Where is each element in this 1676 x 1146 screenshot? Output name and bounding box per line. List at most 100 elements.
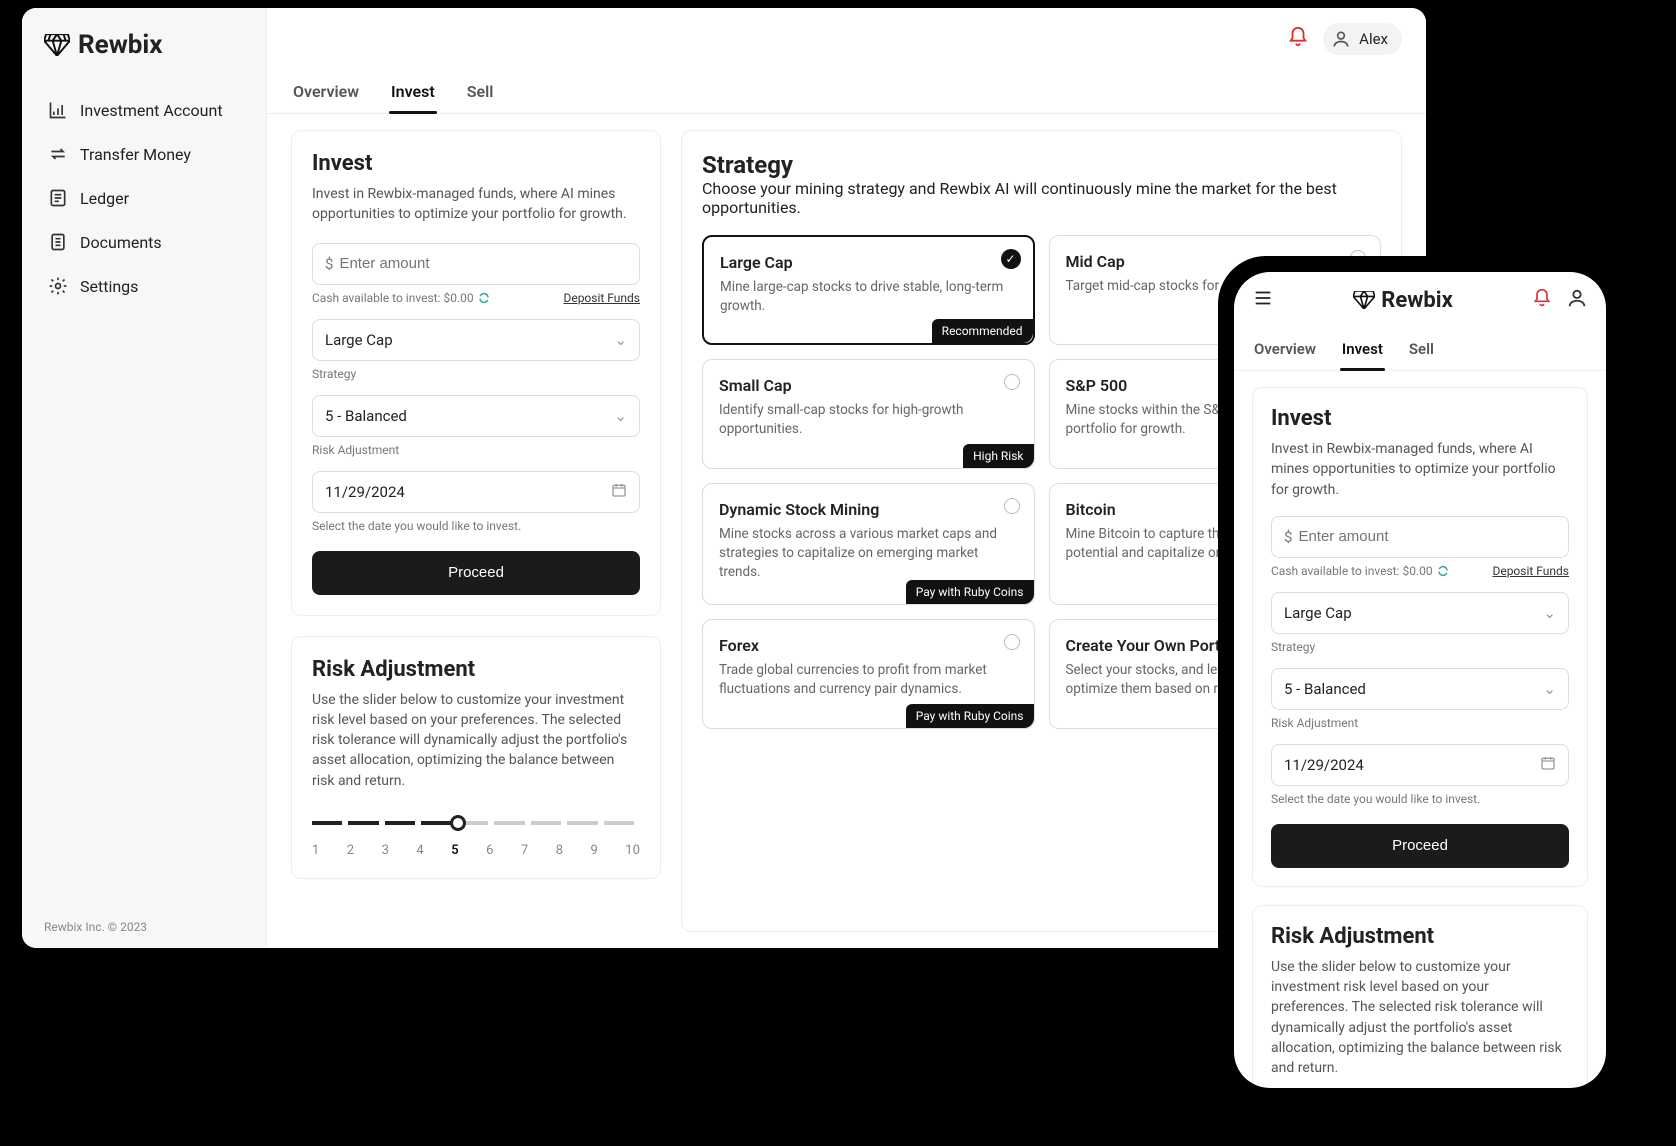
ledger-icon [48,188,68,208]
mobile-amount-input[interactable]: $ [1271,516,1569,558]
risk-subtitle: Use the slider below to customize your i… [312,690,640,791]
documents-icon [48,232,68,252]
chevron-down-icon: ⌄ [614,407,627,425]
brand: Rewbix [22,30,266,88]
mobile-tab-overview[interactable]: Overview [1252,328,1318,370]
mobile-date-hint: Select the date you would like to invest… [1271,792,1569,806]
risk-value: 5 - Balanced [325,407,407,425]
dollar-icon: $ [1284,528,1292,546]
sidebar-item-label: Investment Account [80,101,223,120]
strategy-large-cap[interactable]: Large Cap Mine large-cap stocks to drive… [702,235,1035,345]
mobile-screen: Rewbix Overview Invest Sell Invest Inves… [1234,272,1606,1088]
mobile-strategy-hint: Strategy [1271,640,1569,654]
sidebar-item-label: Ledger [80,189,129,208]
chevron-down-icon: ⌄ [1543,604,1556,622]
mobile-tab-sell[interactable]: Sell [1407,328,1436,370]
user-icon[interactable] [1566,287,1588,313]
slider-labels: 1 2 3 4 5 6 7 8 9 10 [312,843,640,858]
mobile-invest-title: Invest [1271,406,1569,431]
mobile-deposit-link[interactable]: Deposit Funds [1492,564,1569,578]
mobile-topbar: Rewbix [1234,272,1606,328]
strategy-select[interactable]: Large Cap ⌄ [312,319,640,361]
radio-icon [1004,498,1020,514]
risk-select[interactable]: 5 - Balanced ⌄ [312,395,640,437]
risk-hint: Risk Adjustment [312,443,640,457]
topbar: Alex [267,8,1426,70]
sidebar: Rewbix Investment Account Transfer Money… [22,8,267,948]
strategy-forex[interactable]: Forex Trade global currencies to profit … [702,619,1035,729]
mobile-strategy-select[interactable]: Large Cap ⌄ [1271,592,1569,634]
bell-icon[interactable] [1287,26,1309,52]
sidebar-item-documents[interactable]: Documents [30,220,258,264]
transfer-icon [48,144,68,164]
calendar-icon [611,482,627,502]
tab-invest[interactable]: Invest [389,70,437,113]
invest-subtitle: Invest in Rewbix-managed funds, where AI… [312,184,640,225]
mobile-risk-title: Risk Adjustment [1271,924,1569,949]
proceed-button[interactable]: Proceed [312,551,640,595]
menu-icon[interactable] [1252,287,1274,313]
amount-input[interactable]: $ [312,243,640,285]
mobile-device-frame: Rewbix Overview Invest Sell Invest Inves… [1218,256,1622,1104]
sidebar-item-label: Documents [80,233,162,252]
tab-sell[interactable]: Sell [465,70,496,113]
strategy-title: Strategy [702,151,1381,179]
check-icon [1001,249,1021,269]
sidebar-item-label: Settings [80,277,138,296]
risk-title: Risk Adjustment [312,657,640,682]
strategy-tag: Pay with Ruby Coins [906,580,1034,604]
invest-title: Invest [312,151,640,176]
mobile-amount-input-field[interactable] [1298,528,1556,545]
sidebar-item-settings[interactable]: Settings [30,264,258,308]
mobile-risk-card: Risk Adjustment Use the slider below to … [1252,905,1588,1088]
strategy-hint: Strategy [312,367,640,381]
brand-name: Rewbix [78,30,163,60]
gear-icon [48,276,68,296]
diamond-icon [1353,291,1375,309]
user-name: Alex [1359,30,1388,48]
bell-icon[interactable] [1532,288,1552,312]
chevron-down-icon: ⌄ [1543,680,1556,698]
risk-card: Risk Adjustment Use the slider below to … [291,636,661,879]
radio-icon [1004,374,1020,390]
strategy-dynamic[interactable]: Dynamic Stock Mining Mine stocks across … [702,483,1035,605]
sidebar-footer: Rewbix Inc. © 2023 [22,920,266,934]
refresh-icon[interactable] [478,292,490,304]
strategy-tag: High Risk [963,444,1033,468]
mobile-brand: Rewbix [1353,288,1453,313]
diamond-icon [44,34,70,56]
mobile-risk-subtitle: Use the slider below to customize your i… [1271,957,1569,1079]
strategy-tag: Recommended [932,319,1033,343]
user-menu[interactable]: Alex [1323,23,1402,55]
cash-available-hint: Cash available to invest: $0.00 [312,291,474,305]
invest-card: Invest Invest in Rewbix-managed funds, w… [291,130,661,616]
radio-icon [1004,634,1020,650]
date-input[interactable]: 11/29/2024 [312,471,640,513]
mobile-date-input[interactable]: 11/29/2024 [1271,744,1569,786]
sidebar-item-investment-account[interactable]: Investment Account [30,88,258,132]
date-hint: Select the date you would like to invest… [312,519,640,533]
mobile-risk-hint: Risk Adjustment [1271,716,1569,730]
mobile-proceed-button[interactable]: Proceed [1271,824,1569,868]
slider-thumb[interactable] [450,815,466,831]
strategy-small-cap[interactable]: Small Cap Identify small-cap stocks for … [702,359,1035,469]
mobile-risk-select[interactable]: 5 - Balanced ⌄ [1271,668,1569,710]
mobile-tab-invest[interactable]: Invest [1340,328,1385,370]
sidebar-item-ledger[interactable]: Ledger [30,176,258,220]
strategy-tag: Pay with Ruby Coins [906,704,1034,728]
deposit-funds-link[interactable]: Deposit Funds [563,291,640,305]
tab-overview[interactable]: Overview [291,70,361,113]
risk-slider[interactable]: 1 2 3 4 5 6 7 8 9 10 [312,809,640,858]
tabs: Overview Invest Sell [267,70,1426,114]
user-icon [1331,29,1351,49]
calendar-icon [1540,755,1556,775]
chart-icon [48,100,68,120]
refresh-icon[interactable] [1437,565,1449,577]
desktop-window: Rewbix Investment Account Transfer Money… [22,8,1426,948]
mobile-cash-hint: Cash available to invest: $0.00 [1271,564,1433,578]
amount-input-field[interactable] [339,255,627,272]
strategy-value: Large Cap [325,331,393,349]
dollar-icon: $ [325,255,333,273]
chevron-down-icon: ⌄ [614,331,627,349]
sidebar-item-transfer-money[interactable]: Transfer Money [30,132,258,176]
